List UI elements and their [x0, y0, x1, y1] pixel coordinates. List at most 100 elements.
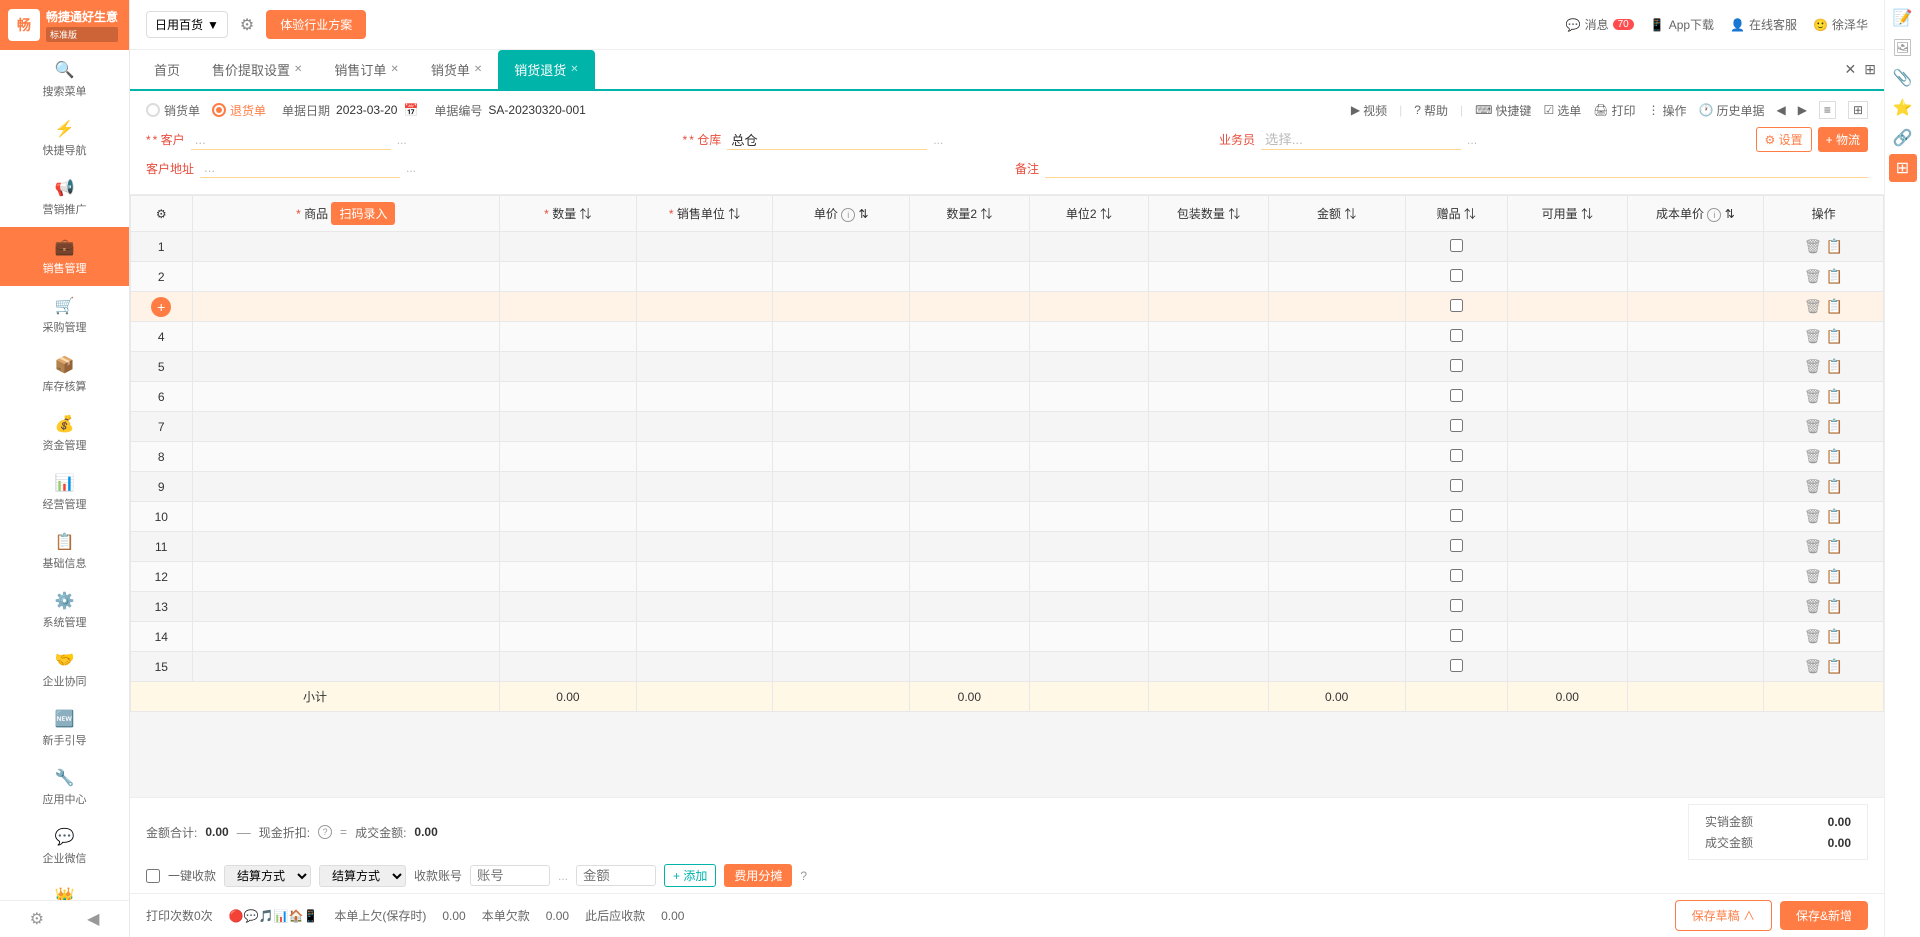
date-value[interactable]: 2023-03-20: [336, 103, 397, 117]
delete-row-button[interactable]: 🗑: [1804, 418, 1822, 435]
delete-row-button[interactable]: 🗑: [1804, 358, 1822, 375]
row-pkg-cell[interactable]: [1149, 262, 1269, 292]
th-qty2-sort-icon[interactable]: ⇅: [980, 207, 992, 221]
one-click-payment-checkbox[interactable]: [146, 869, 160, 883]
right-panel-note[interactable]: 📝: [1889, 4, 1917, 32]
message-button[interactable]: 💬 消息 70: [1566, 16, 1634, 33]
right-panel-table[interactable]: ⊞: [1889, 154, 1917, 182]
copy-row-button[interactable]: 📋: [1826, 418, 1843, 435]
copy-row-button[interactable]: 📋: [1826, 358, 1843, 375]
experience-button[interactable]: 体验行业方案: [266, 10, 366, 39]
salesperson-ellipsis-button[interactable]: ...: [1467, 133, 1477, 147]
account-input[interactable]: [470, 865, 550, 886]
online-service-button[interactable]: 👤 在线客服: [1730, 16, 1797, 33]
cost-info-icon[interactable]: i: [1707, 208, 1721, 222]
row-unit2-cell[interactable]: [1029, 232, 1149, 262]
gift-checkbox[interactable]: [1450, 539, 1463, 552]
remark-input[interactable]: [1045, 158, 1868, 178]
row-product-cell[interactable]: [192, 292, 500, 322]
sidebar-item-purchase[interactable]: 🛒 采购管理: [0, 286, 129, 345]
scan-input-button[interactable]: 扫码录入: [331, 202, 395, 225]
fee-distribution-button[interactable]: 费用分摊: [724, 864, 792, 887]
row-avail-cell[interactable]: [1508, 262, 1628, 292]
row-unit-cell[interactable]: [636, 262, 773, 292]
account-ellipsis-button[interactable]: ...: [558, 869, 568, 883]
copy-row-button[interactable]: 📋: [1826, 658, 1843, 675]
toolbar-history[interactable]: 🕐 历史单据: [1698, 102, 1764, 119]
th-unit2-sort-icon[interactable]: ⇅: [1100, 207, 1112, 221]
row-qty2-cell[interactable]: [910, 232, 1030, 262]
row-price-cell[interactable]: [773, 262, 910, 292]
row-price-cell[interactable]: [773, 292, 910, 322]
row-unit2-cell[interactable]: [1029, 292, 1149, 322]
row-cost-cell[interactable]: [1627, 292, 1764, 322]
radio-return[interactable]: 退货单: [212, 102, 266, 119]
sidebar-collapse-button[interactable]: ◀: [87, 909, 99, 929]
add-row-button[interactable]: +: [151, 297, 171, 317]
tab-expand-button[interactable]: ⊞: [1864, 61, 1876, 78]
topbar-settings-icon[interactable]: ⚙: [240, 15, 254, 35]
row-qty-cell[interactable]: [500, 232, 637, 262]
fee-help-icon[interactable]: ?: [800, 869, 807, 883]
delete-row-button[interactable]: 🗑: [1804, 448, 1822, 465]
toolbar-select[interactable]: ☑ 选单: [1543, 102, 1581, 119]
calendar-icon[interactable]: 📅: [403, 103, 418, 117]
table-settings-icon[interactable]: ⚙: [156, 207, 167, 221]
copy-row-button[interactable]: 📋: [1826, 388, 1843, 405]
row-price-cell[interactable]: [773, 232, 910, 262]
address-ellipsis-button[interactable]: ...: [406, 161, 416, 175]
delete-row-button[interactable]: 🗑: [1804, 598, 1822, 615]
gift-checkbox[interactable]: [1450, 599, 1463, 612]
row-avail-cell[interactable]: [1508, 232, 1628, 262]
row-qty-cell[interactable]: [500, 292, 637, 322]
row-gift-cell[interactable]: [1405, 232, 1508, 262]
tab-home[interactable]: 首页: [138, 50, 196, 89]
tab-sales-order[interactable]: 销售订单 ✕: [318, 50, 414, 89]
copy-row-button[interactable]: 📋: [1826, 448, 1843, 465]
th-pkg-sort-icon[interactable]: ⇅: [1228, 207, 1240, 221]
address-input[interactable]: [200, 158, 400, 178]
gift-checkbox[interactable]: [1450, 299, 1463, 312]
save-new-button[interactable]: 保存&新增: [1780, 901, 1868, 930]
summary-method-select[interactable]: 结算方式: [319, 865, 406, 887]
row-gift-cell[interactable]: [1405, 292, 1508, 322]
delete-row-button[interactable]: 🗑: [1804, 628, 1822, 645]
copy-row-button[interactable]: 📋: [1826, 598, 1843, 615]
row-pkg-cell[interactable]: [1149, 292, 1269, 322]
toolbar-help[interactable]: ? 帮助: [1414, 102, 1448, 119]
tab-sales-delivery-close[interactable]: ✕: [474, 64, 482, 75]
copy-row-button[interactable]: 📋: [1826, 538, 1843, 555]
gift-checkbox[interactable]: [1450, 479, 1463, 492]
warehouse-input[interactable]: [727, 130, 927, 150]
tenant-dropdown[interactable]: 日用百货 ▼: [146, 11, 228, 38]
gift-checkbox[interactable]: [1450, 629, 1463, 642]
sidebar-item-newguide[interactable]: 🆕 新手引导: [0, 699, 129, 758]
delete-row-button[interactable]: 🗑: [1804, 238, 1822, 255]
gift-checkbox[interactable]: [1450, 509, 1463, 522]
th-settings[interactable]: ⚙: [131, 196, 193, 232]
copy-row-button[interactable]: 📋: [1826, 628, 1843, 645]
gift-checkbox[interactable]: [1450, 239, 1463, 252]
customer-input[interactable]: [191, 130, 391, 150]
sidebar-item-basic[interactable]: 📋 基础信息: [0, 522, 129, 581]
sidebar-item-member[interactable]: 👑 畅会员: [0, 876, 129, 900]
row-unit2-cell[interactable]: [1029, 262, 1149, 292]
sidebar-item-search[interactable]: 🔍 搜索菜单: [0, 50, 129, 109]
right-panel-image[interactable]: 🖼: [1889, 34, 1917, 62]
grid-view-icon[interactable]: ⊞: [1848, 101, 1868, 119]
row-amount-cell[interactable]: [1268, 292, 1405, 322]
copy-row-button[interactable]: 📋: [1826, 568, 1843, 585]
toolbar-operation[interactable]: ⋮ 操作: [1647, 102, 1686, 119]
sidebar-item-enterprise[interactable]: 🤝 企业协同: [0, 640, 129, 699]
nav-next-icon[interactable]: ▶: [1798, 103, 1807, 117]
delete-row-button[interactable]: 🗑: [1804, 508, 1822, 525]
row-amount-cell[interactable]: [1268, 262, 1405, 292]
delete-row-button[interactable]: 🗑: [1804, 568, 1822, 585]
discount-info-icon[interactable]: ?: [318, 825, 332, 839]
toolbar-video[interactable]: ▶ 视频: [1351, 102, 1387, 119]
gift-checkbox[interactable]: [1450, 359, 1463, 372]
th-avail-sort-icon[interactable]: ⇅: [1581, 207, 1593, 221]
add-payment-button[interactable]: + 添加: [664, 864, 716, 887]
sidebar-item-inventory[interactable]: 📦 库存核算: [0, 345, 129, 404]
price-info-icon[interactable]: i: [841, 208, 855, 222]
